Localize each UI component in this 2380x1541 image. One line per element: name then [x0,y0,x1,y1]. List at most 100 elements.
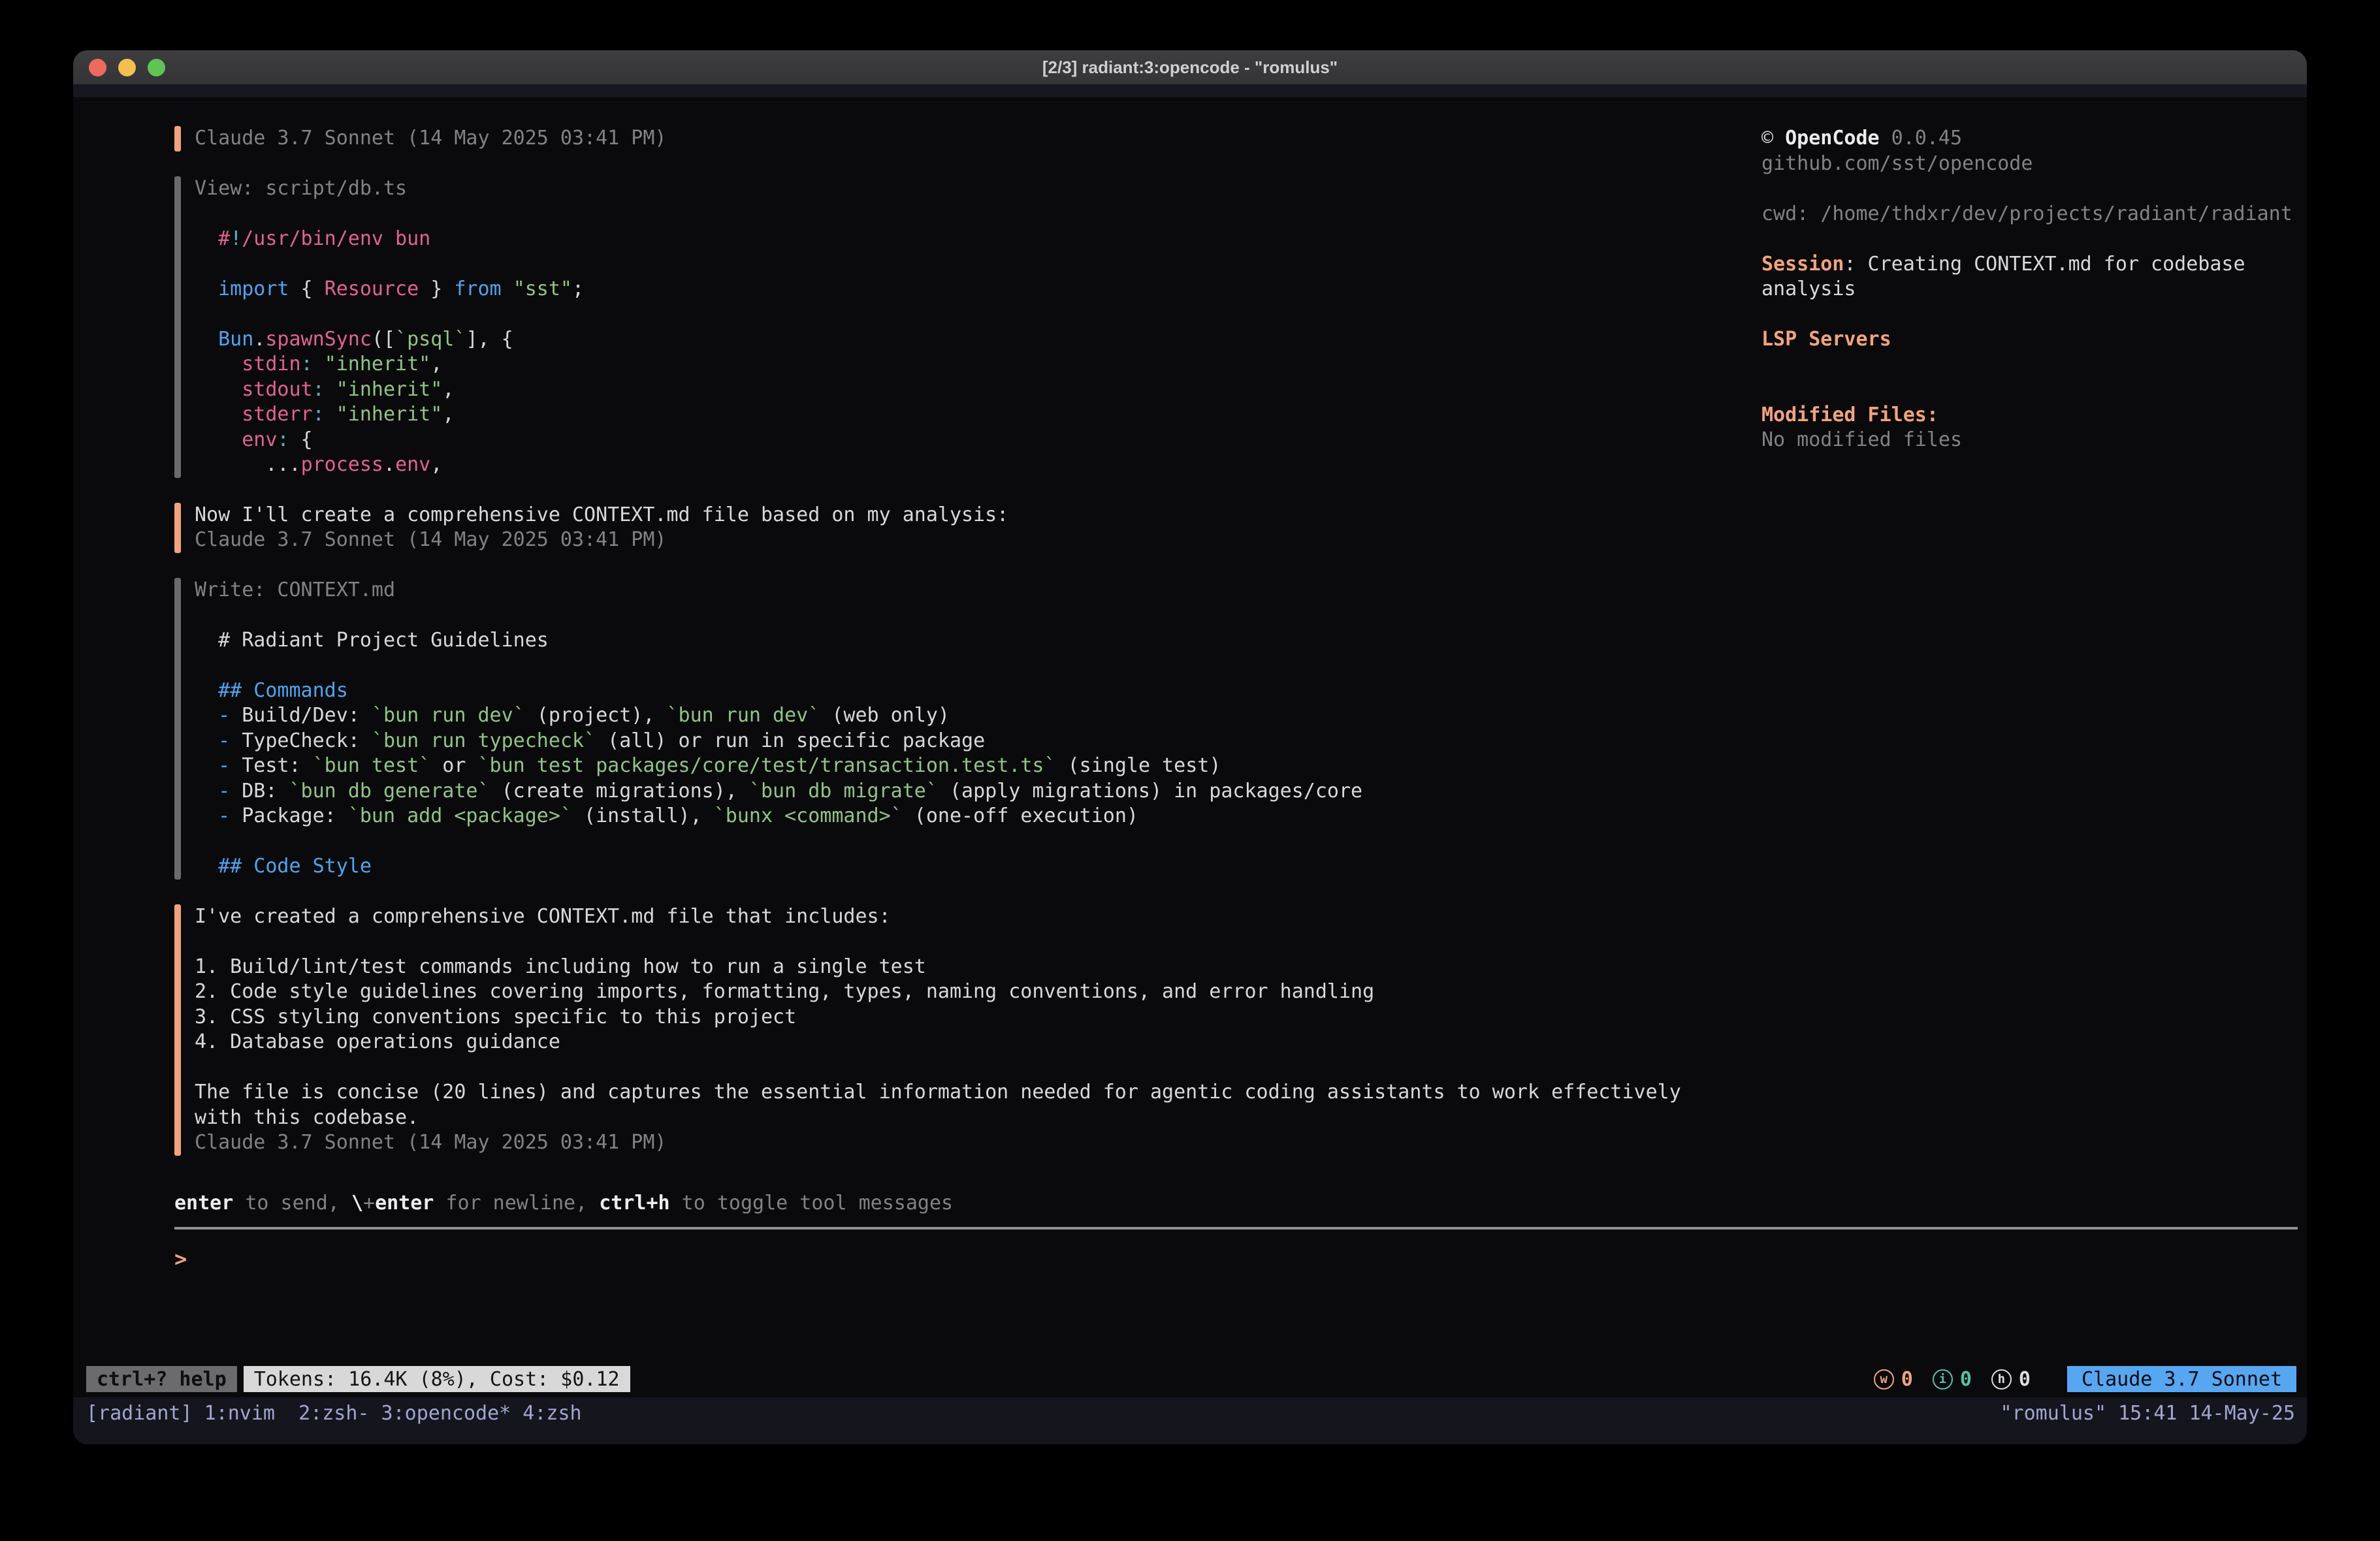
window-title: [2/3] radiant:3:opencode - "romulus" [1042,57,1338,78]
prompt-input[interactable]: > [174,1247,2298,1271]
opencode-tui: Claude 3.7 Sonnet (14 May 2025 03:41 PM)… [73,97,2307,1397]
text-line: env: { [195,428,584,453]
text-line [195,201,584,227]
text-line: ## Code Style [195,854,1362,880]
help-keybind-chip: ctrl+? help [86,1366,237,1392]
desktop-background: [2/3] radiant:3:opencode - "romulus" Cla… [0,0,2380,1541]
text-line: Bun.spawnSync([`psql`], { [195,327,584,353]
text-line: Claude 3.7 Sonnet (14 May 2025 03:41 PM) [195,528,1008,553]
message-block-tool-write: Write: CONTEXT.md # Radiant Project Guid… [174,578,1742,880]
text-line [1761,302,2307,328]
text-line: - Package: `bun add <package>` (install)… [195,804,1362,829]
text-line [195,251,584,277]
text-line: The file is concise (20 lines) and captu… [195,1080,1681,1105]
text-line: ...process.env, [195,453,584,478]
text-line: stdout: "inherit", [195,377,584,403]
input-area: enter to send, \+enter for newline, ctrl… [174,1191,2298,1271]
message-block-assistant-meta: Claude 3.7 Sonnet (14 May 2025 03:41 PM) [174,126,1742,151]
message-block-tool-view: View: script/db.ts #!/usr/bin/env bun im… [174,176,1742,478]
text-line [195,1055,1681,1081]
status-bar-left: ctrl+? help Tokens: 16.4K (8%), Cost: $0… [86,1366,630,1392]
message-body: Now I'll create a comprehensive CONTEXT.… [195,503,1008,553]
text-line: View: script/db.ts [195,176,584,202]
message-body: I've created a comprehensive CONTEXT.md … [195,904,1681,1156]
traffic-lights [89,50,165,84]
text-line: LSP Servers [1761,327,2307,353]
text-line [1761,227,2307,252]
message-accent-bar [174,176,181,478]
tmux-statusline: [radiant] 1:nvim 2:zsh- 3:opencode* 4:zs… [73,1397,2307,1444]
tmux-window-list[interactable]: [radiant] 1:nvim 2:zsh- 3:opencode* 4:zs… [86,1401,582,1426]
zoom-button[interactable] [148,59,165,76]
text-line: import { Resource } from "sst"; [195,277,584,302]
message-accent-bar [174,904,181,1156]
text-line: analysis [1761,277,2307,302]
message-body: Claude 3.7 Sonnet (14 May 2025 03:41 PM) [195,126,666,151]
text-line [195,653,1362,678]
text-line: with this codebase. [195,1105,1681,1131]
text-line: Claude 3.7 Sonnet (14 May 2025 03:41 PM) [195,1130,1681,1156]
text-line: Claude 3.7 Sonnet (14 May 2025 03:41 PM) [195,126,666,151]
text-line [1761,377,2307,403]
message-body: View: script/db.ts #!/usr/bin/env bun im… [195,176,584,478]
status-bar-right: w0i0h0Claude 3.7 Sonnet [1874,1366,2296,1392]
text-line: # Radiant Project Guidelines [195,628,1362,654]
terminal-window: [2/3] radiant:3:opencode - "romulus" Cla… [73,50,2307,1444]
close-button[interactable] [89,59,106,76]
text-line: stdin: "inherit", [195,352,584,377]
text-line: 3. CSS styling conventions specific to t… [195,1005,1681,1030]
text-line: - DB: `bun db generate` (create migratio… [195,779,1362,804]
prompt-chevron-icon: > [174,1247,187,1271]
counter-value: 0 [2019,1368,2031,1391]
session-sidebar: © OpenCode 0.0.45github.com/sst/opencode… [1761,126,2307,453]
text-line: © OpenCode 0.0.45 [1761,126,2307,151]
tmux-session-clock: "romulus" 15:41 14-May-25 [2000,1401,2295,1426]
w-circle-icon: w [1874,1369,1894,1390]
h-circle-icon: h [1991,1369,2012,1390]
text-line: - Test: `bun test` or `bun test packages… [195,754,1362,779]
text-line: 1. Build/lint/test commands including ho… [195,955,1681,980]
model-badge: Claude 3.7 Sonnet [2067,1366,2296,1392]
text-line: enter to send, \+enter for newline, ctrl… [174,1191,2298,1216]
minimize-button[interactable] [118,59,136,76]
input-divider [174,1227,2298,1230]
warnings-counter: w0 [1874,1368,1913,1391]
chat-log: Claude 3.7 Sonnet (14 May 2025 03:41 PM)… [174,126,1742,1181]
status-bar: ctrl+? help Tokens: 16.4K (8%), Cost: $0… [86,1366,2296,1392]
tokens-cost-chip: Tokens: 16.4K (8%), Cost: $0.12 [244,1366,630,1392]
text-line: - TypeCheck: `bun run typecheck` (all) o… [195,729,1362,754]
text-line: #!/usr/bin/env bun [195,227,584,252]
terminal-content: Claude 3.7 Sonnet (14 May 2025 03:41 PM)… [73,84,2307,1444]
text-line: - Build/Dev: `bun run dev` (project), `b… [195,703,1362,729]
text-line: Now I'll create a comprehensive CONTEXT.… [195,503,1008,528]
text-line: cwd: /home/thdxr/dev/projects/radiant/ra… [1761,202,2307,227]
text-line [195,302,584,327]
i-circle-icon: i [1933,1369,1953,1390]
info-counter: i0 [1933,1368,1972,1391]
text-line: Write: CONTEXT.md [195,578,1362,603]
message-body: Write: CONTEXT.md # Radiant Project Guid… [195,578,1362,880]
message-block-assistant-text: Now I'll create a comprehensive CONTEXT.… [174,503,1742,553]
text-line [1761,353,2307,378]
message-accent-bar [174,126,181,151]
text-line: No modified files [1761,428,2307,453]
text-line [195,603,1362,628]
text-line: Session: Creating CONTEXT.md for codebas… [1761,252,2307,278]
text-line: stderr: "inherit", [195,402,584,428]
text-line: I've created a comprehensive CONTEXT.md … [195,904,1681,930]
titlebar[interactable]: [2/3] radiant:3:opencode - "romulus" [73,50,2307,85]
counter-value: 0 [1960,1368,1972,1391]
counter-value: 0 [1901,1368,1913,1391]
text-line: ## Commands [195,678,1362,704]
keybind-hints: enter to send, \+enter for newline, ctrl… [174,1191,2298,1216]
text-line: Modified Files: [1761,403,2307,428]
text-line [195,929,1681,955]
text-line: 2. Code style guidelines covering import… [195,979,1681,1005]
message-accent-bar [174,503,181,553]
text-line: github.com/sst/opencode [1761,151,2307,177]
text-line [195,829,1362,855]
message-block-assistant-text: I've created a comprehensive CONTEXT.md … [174,904,1742,1156]
hints-counter: h0 [1991,1368,2031,1391]
text-line [1761,176,2307,202]
message-accent-bar [174,578,181,880]
